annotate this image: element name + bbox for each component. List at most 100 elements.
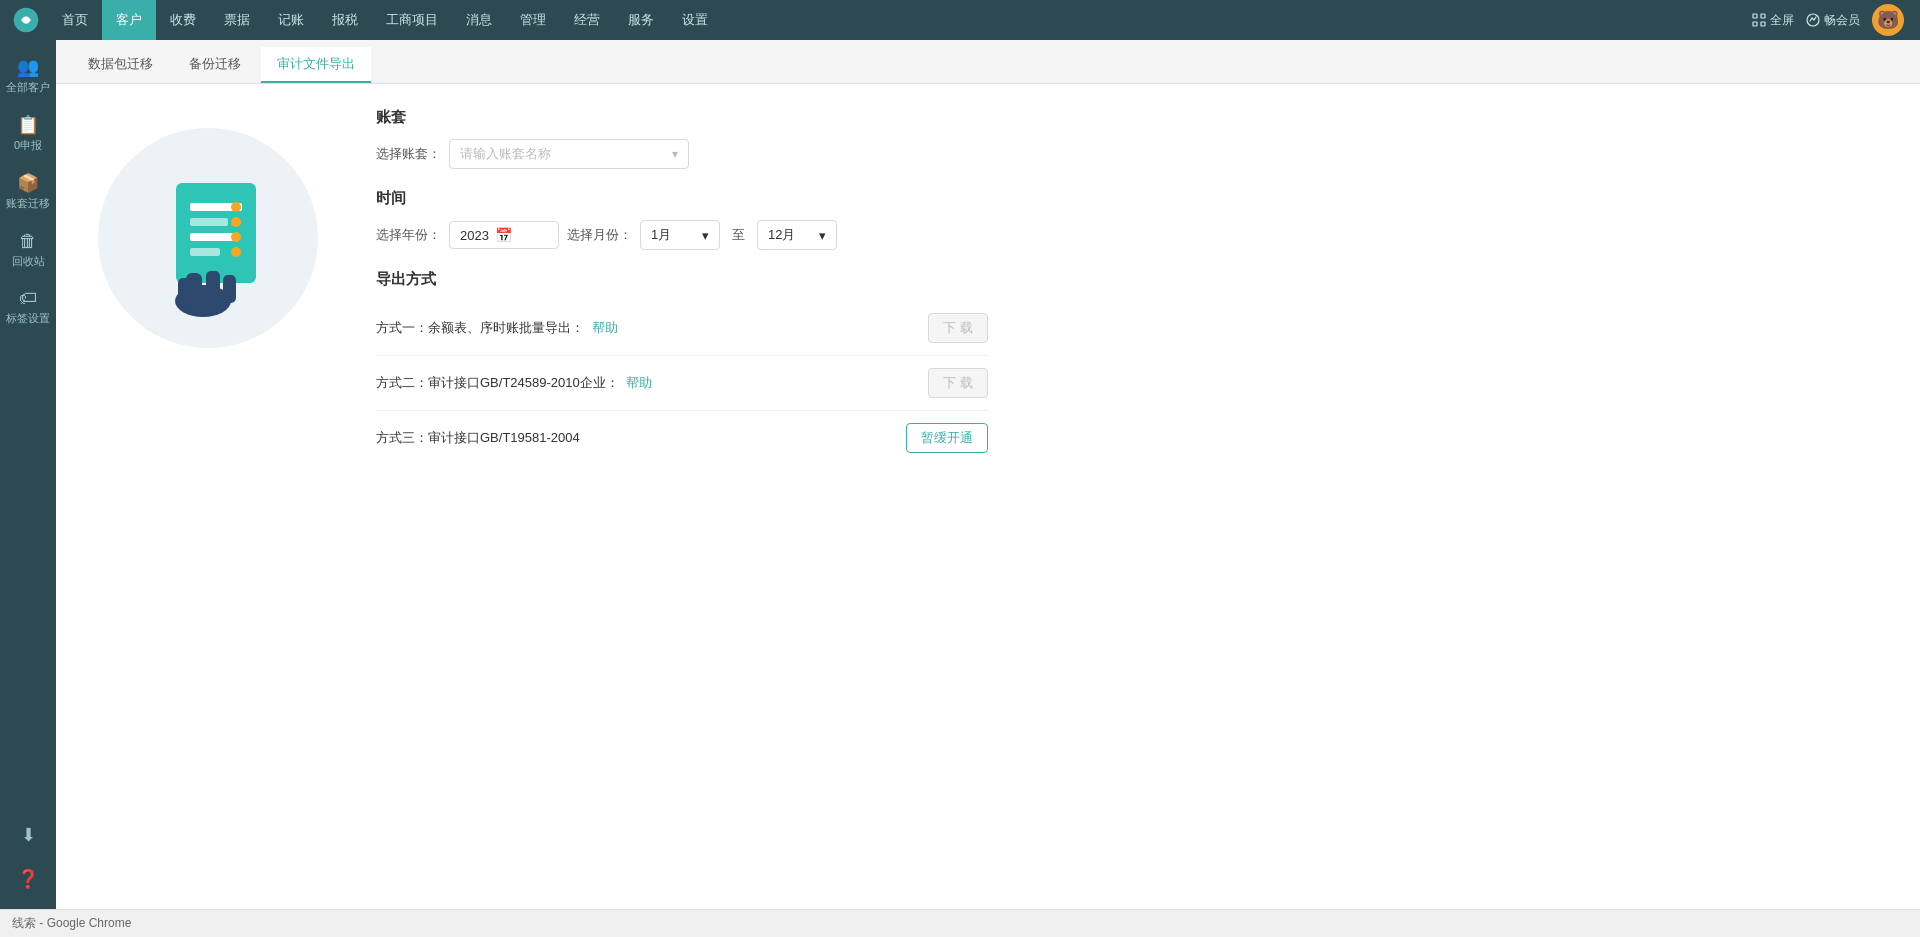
svg-rect-9 bbox=[190, 218, 228, 226]
time-row: 选择年份： 2023 📅 选择月份： 1月 ▾ 至 12月 bbox=[376, 220, 988, 250]
range-separator: 至 bbox=[728, 226, 749, 244]
sidebar: 👥 全部客户 📋 0申报 📦 账套迁移 🗑 回收站 🏷 标签设置 ⬇ ❓ bbox=[0, 40, 56, 909]
svg-point-6 bbox=[1807, 14, 1819, 26]
all-customers-icon: 👥 bbox=[17, 56, 39, 78]
nav-service[interactable]: 服务 bbox=[614, 0, 668, 40]
nav-tax[interactable]: 报税 bbox=[318, 0, 372, 40]
nav-customer[interactable]: 客户 bbox=[102, 0, 156, 40]
month-end-select[interactable]: 12月 ▾ bbox=[757, 220, 837, 250]
nav-right: 全屏 畅会员 🐻 bbox=[1752, 4, 1920, 36]
page-content: 账套 选择账套： 请输入账套名称 ▾ 时间 选择年份： 2023 bbox=[56, 84, 1920, 909]
sidebar-item-recycle[interactable]: 🗑 回收站 bbox=[2, 223, 54, 276]
method-row-2: 方式二：审计接口GB/T24589-2010企业： 帮助 下 载 bbox=[376, 356, 988, 411]
content-area: 数据包迁移 备份迁移 审计文件导出 bbox=[56, 40, 1920, 909]
recycle-icon: 🗑 bbox=[19, 231, 37, 252]
illustration-circle bbox=[98, 128, 318, 348]
tab-audit-export[interactable]: 审计文件导出 bbox=[261, 47, 371, 83]
method-2-label: 方式二：审计接口GB/T24589-2010企业： 帮助 bbox=[376, 374, 928, 392]
svg-rect-10 bbox=[190, 233, 234, 241]
method-3-text: 方式三：审计接口GB/T19581-2004 bbox=[376, 430, 580, 445]
sidebar-item-label-tag-settings: 标签设置 bbox=[6, 312, 50, 325]
sidebar-item-label-account-migration: 账套迁移 bbox=[6, 197, 50, 210]
tab-bar: 数据包迁移 备份迁移 审计文件导出 bbox=[56, 40, 1920, 84]
sidebar-item-account-migration[interactable]: 📦 账套迁移 bbox=[2, 164, 54, 218]
account-placeholder: 请输入账套名称 bbox=[460, 145, 551, 163]
nav-fees[interactable]: 收费 bbox=[156, 0, 210, 40]
status-text: 线索 - Google Chrome bbox=[12, 915, 131, 932]
nav-settings[interactable]: 设置 bbox=[668, 0, 722, 40]
year-label: 选择年份： bbox=[376, 226, 441, 244]
main-layout: 👥 全部客户 📋 0申报 📦 账套迁移 🗑 回收站 🏷 标签设置 ⬇ ❓ 数据包… bbox=[0, 40, 1920, 909]
sidebar-item-tag-settings[interactable]: 🏷 标签设置 bbox=[2, 280, 54, 333]
svg-rect-20 bbox=[178, 278, 192, 302]
sidebar-item-label-all-customers: 全部客户 bbox=[6, 81, 50, 94]
svg-rect-18 bbox=[206, 271, 220, 303]
nav-manage[interactable]: 管理 bbox=[506, 0, 560, 40]
method-2-text: 方式二：审计接口GB/T24589-2010企业： bbox=[376, 375, 619, 390]
month-start-arrow-icon: ▾ bbox=[702, 228, 709, 243]
method-1-label: 方式一：余额表、序时账批量导出： 帮助 bbox=[376, 319, 928, 337]
tab-data-migration[interactable]: 数据包迁移 bbox=[72, 47, 169, 83]
svg-rect-3 bbox=[1761, 14, 1765, 18]
account-section-title: 账套 bbox=[376, 108, 988, 127]
sidebar-item-zero-declaration[interactable]: 📋 0申报 bbox=[2, 106, 54, 160]
calendar-icon: 📅 bbox=[495, 227, 512, 243]
tab-backup-migration[interactable]: 备份迁移 bbox=[173, 47, 257, 83]
nav-home[interactable]: 首页 bbox=[48, 0, 102, 40]
month-end-value: 12月 bbox=[768, 226, 795, 244]
zero-declaration-icon: 📋 bbox=[17, 114, 39, 136]
month-start-value: 1月 bbox=[651, 226, 671, 244]
method-2-download-btn: 下 载 bbox=[928, 368, 988, 398]
fullscreen-label: 全屏 bbox=[1770, 12, 1794, 29]
method-3-pending-btn[interactable]: 暂缓开通 bbox=[906, 423, 988, 453]
nav-business[interactable]: 工商项目 bbox=[372, 0, 452, 40]
form-section: 账套 选择账套： 请输入账套名称 ▾ 时间 选择年份： 2023 bbox=[376, 108, 988, 465]
time-section-title: 时间 bbox=[376, 189, 988, 208]
year-input[interactable]: 2023 📅 bbox=[449, 221, 559, 249]
export-section-title: 导出方式 bbox=[376, 270, 988, 289]
sidebar-bottom: ⬇ ❓ bbox=[0, 817, 56, 909]
export-container: 账套 选择账套： 请输入账套名称 ▾ 时间 选择年份： 2023 bbox=[88, 108, 988, 465]
svg-rect-2 bbox=[1753, 14, 1757, 18]
month-start-select[interactable]: 1月 ▾ bbox=[640, 220, 720, 250]
tag-settings-icon: 🏷 bbox=[19, 288, 37, 309]
svg-point-12 bbox=[231, 202, 241, 212]
account-arrow-icon: ▾ bbox=[672, 147, 678, 161]
sidebar-help-btn[interactable]: ❓ bbox=[2, 861, 54, 897]
illustration bbox=[88, 108, 328, 368]
sidebar-item-all-customers[interactable]: 👥 全部客户 bbox=[2, 48, 54, 102]
svg-point-1 bbox=[23, 17, 30, 24]
svg-rect-4 bbox=[1753, 22, 1757, 26]
vip-btn[interactable]: 畅会员 bbox=[1806, 12, 1860, 29]
svg-rect-5 bbox=[1761, 22, 1765, 26]
account-row: 选择账套： 请输入账套名称 ▾ bbox=[376, 139, 988, 169]
svg-point-13 bbox=[231, 217, 241, 227]
status-bar: 线索 - Google Chrome bbox=[0, 909, 1920, 937]
vip-label: 畅会员 bbox=[1824, 12, 1860, 29]
year-value: 2023 bbox=[460, 228, 489, 243]
svg-rect-19 bbox=[223, 275, 236, 303]
sidebar-download-btn[interactable]: ⬇ bbox=[2, 817, 54, 853]
sidebar-item-label-recycle: 回收站 bbox=[12, 255, 45, 268]
sidebar-item-label-zero-declaration: 0申报 bbox=[14, 139, 42, 152]
method-2-help[interactable]: 帮助 bbox=[626, 375, 652, 390]
method-3-label: 方式三：审计接口GB/T19581-2004 bbox=[376, 429, 906, 447]
export-methods-section: 导出方式 方式一：余额表、序时账批量导出： 帮助 下 载 方式二：审计接口GB/… bbox=[376, 270, 988, 465]
svg-point-15 bbox=[231, 247, 241, 257]
nav-bookkeeping[interactable]: 记账 bbox=[264, 0, 318, 40]
svg-point-14 bbox=[231, 232, 241, 242]
nav-invoice[interactable]: 票据 bbox=[210, 0, 264, 40]
nav-operation[interactable]: 经营 bbox=[560, 0, 614, 40]
method-row-1: 方式一：余额表、序时账批量导出： 帮助 下 载 bbox=[376, 301, 988, 356]
account-migration-icon: 📦 bbox=[17, 172, 39, 194]
month-end-arrow-icon: ▾ bbox=[819, 228, 826, 243]
user-avatar[interactable]: 🐻 bbox=[1872, 4, 1904, 36]
fullscreen-btn[interactable]: 全屏 bbox=[1752, 12, 1794, 29]
method-row-3: 方式三：审计接口GB/T19581-2004 暂缓开通 bbox=[376, 411, 988, 465]
nav-message[interactable]: 消息 bbox=[452, 0, 506, 40]
top-nav: 首页 客户 收费 票据 记账 报税 工商项目 消息 管理 经营 服务 设置 全屏… bbox=[0, 0, 1920, 40]
account-select[interactable]: 请输入账套名称 ▾ bbox=[449, 139, 689, 169]
method-1-text: 方式一：余额表、序时账批量导出： bbox=[376, 320, 584, 335]
method-1-help[interactable]: 帮助 bbox=[592, 320, 618, 335]
app-logo[interactable] bbox=[8, 2, 44, 38]
